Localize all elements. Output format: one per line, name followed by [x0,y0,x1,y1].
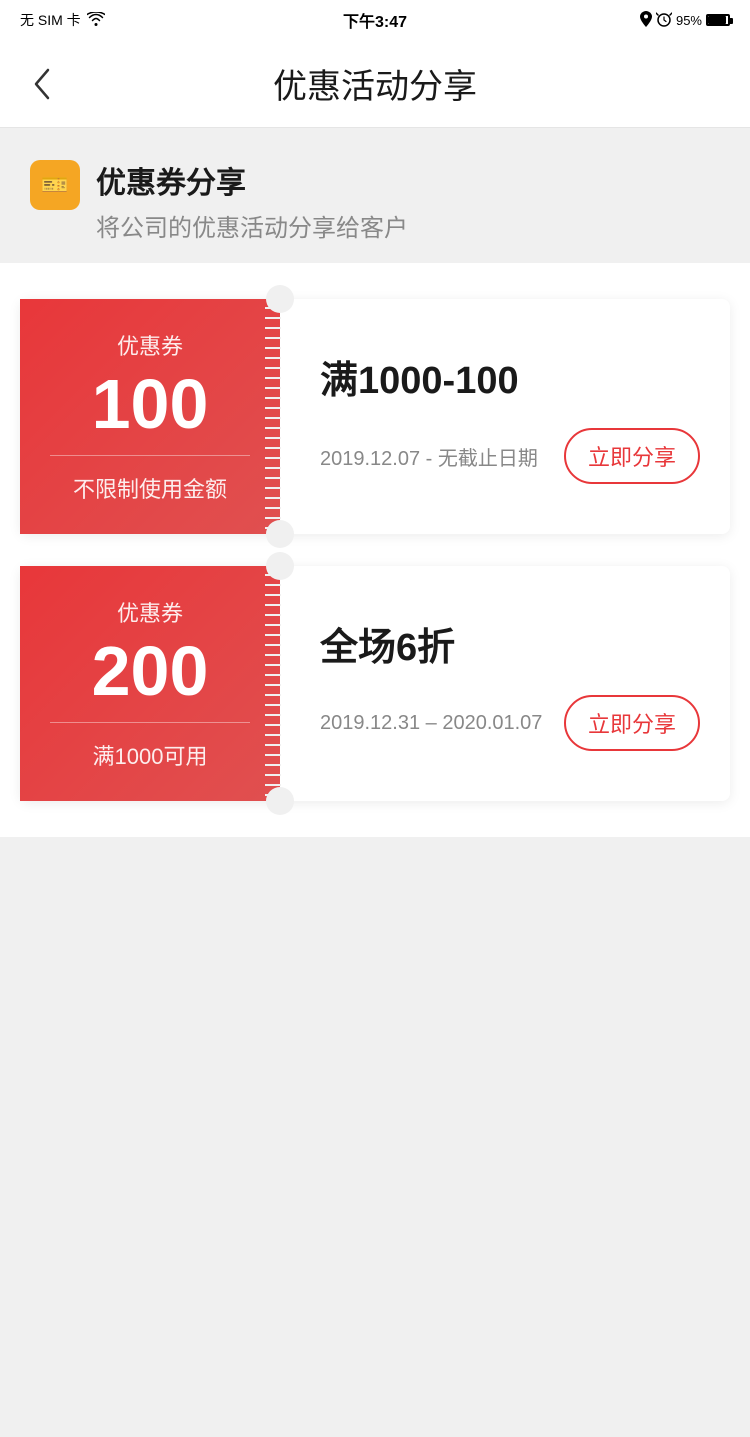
nav-bar: 优惠活动分享 [0,40,750,128]
status-left: 无 SIM 卡 [20,10,105,30]
battery-icon [706,14,730,26]
coupon-name-1: 满1000-100 [320,349,700,404]
coupon-condition-1: 不限制使用金额 [73,472,227,504]
status-right: 95% [640,11,730,30]
coupon-left-2: 优惠券 200 满1000可用 [20,566,280,801]
share-button-1[interactable]: 立即分享 [564,428,700,484]
coupon-left-1: 优惠券 100 不限制使用金额 [20,299,280,534]
coupon-icon: 🎫 [41,172,68,198]
coupon-date-2: 2019.12.31 – 2020.01.07 [320,712,564,735]
notch-bottom-2 [266,787,294,815]
share-button-2[interactable]: 立即分享 [564,695,700,751]
coupon-divider-2 [50,722,250,723]
coupon-condition-2: 满1000可用 [93,739,208,771]
coupon-divider-1 [50,455,250,456]
coupon-footer-1: 2019.12.07 - 无截止日期 立即分享 [320,428,700,484]
section-subtitle: 将公司的优惠活动分享给客户 [96,208,408,243]
notch-top-2 [266,552,294,580]
empty-area [0,837,750,1437]
back-button[interactable] [30,66,52,102]
section-icon: 🎫 [30,160,80,210]
coupon-date-1: 2019.12.07 - 无截止日期 [320,442,564,471]
coupon-amount-1: 100 [92,369,209,439]
status-bar: 无 SIM 卡 下午3:47 95% [0,0,750,40]
coupon-right-1: 满1000-100 2019.12.07 - 无截止日期 立即分享 [280,299,730,534]
carrier-text: 无 SIM 卡 [20,10,81,30]
section-title: 优惠券分享 [96,158,408,202]
coupon-name-2: 全场6折 [320,616,700,671]
notch-top-1 [266,285,294,313]
coupon-footer-2: 2019.12.31 – 2020.01.07 立即分享 [320,695,700,751]
coupon-card-1: 优惠券 100 不限制使用金额 满1000-100 2019.12.07 - 无… [0,283,750,550]
notch-bottom-1 [266,520,294,548]
battery-text: 95% [676,13,702,28]
coupon-amount-2: 200 [92,636,209,706]
section-text: 优惠券分享 将公司的优惠活动分享给客户 [96,158,408,243]
location-icon [640,11,652,30]
alarm-icon [656,11,672,30]
cards-container: 优惠券 100 不限制使用金额 满1000-100 2019.12.07 - 无… [0,263,750,837]
coupon-card-inner-1: 优惠券 100 不限制使用金额 满1000-100 2019.12.07 - 无… [20,299,730,534]
page-title: 优惠活动分享 [273,59,477,108]
coupon-card-2: 优惠券 200 满1000可用 全场6折 2019.12.31 – 2020.0… [0,550,750,817]
coupon-card-inner-2: 优惠券 200 满1000可用 全场6折 2019.12.31 – 2020.0… [20,566,730,801]
status-time: 下午3:47 [343,8,407,32]
coupon-label-1: 优惠券 [117,329,183,361]
wifi-icon [87,12,105,29]
coupon-right-2: 全场6折 2019.12.31 – 2020.01.07 立即分享 [280,566,730,801]
coupon-label-2: 优惠券 [117,596,183,628]
section-header: 🎫 优惠券分享 将公司的优惠活动分享给客户 [0,128,750,263]
